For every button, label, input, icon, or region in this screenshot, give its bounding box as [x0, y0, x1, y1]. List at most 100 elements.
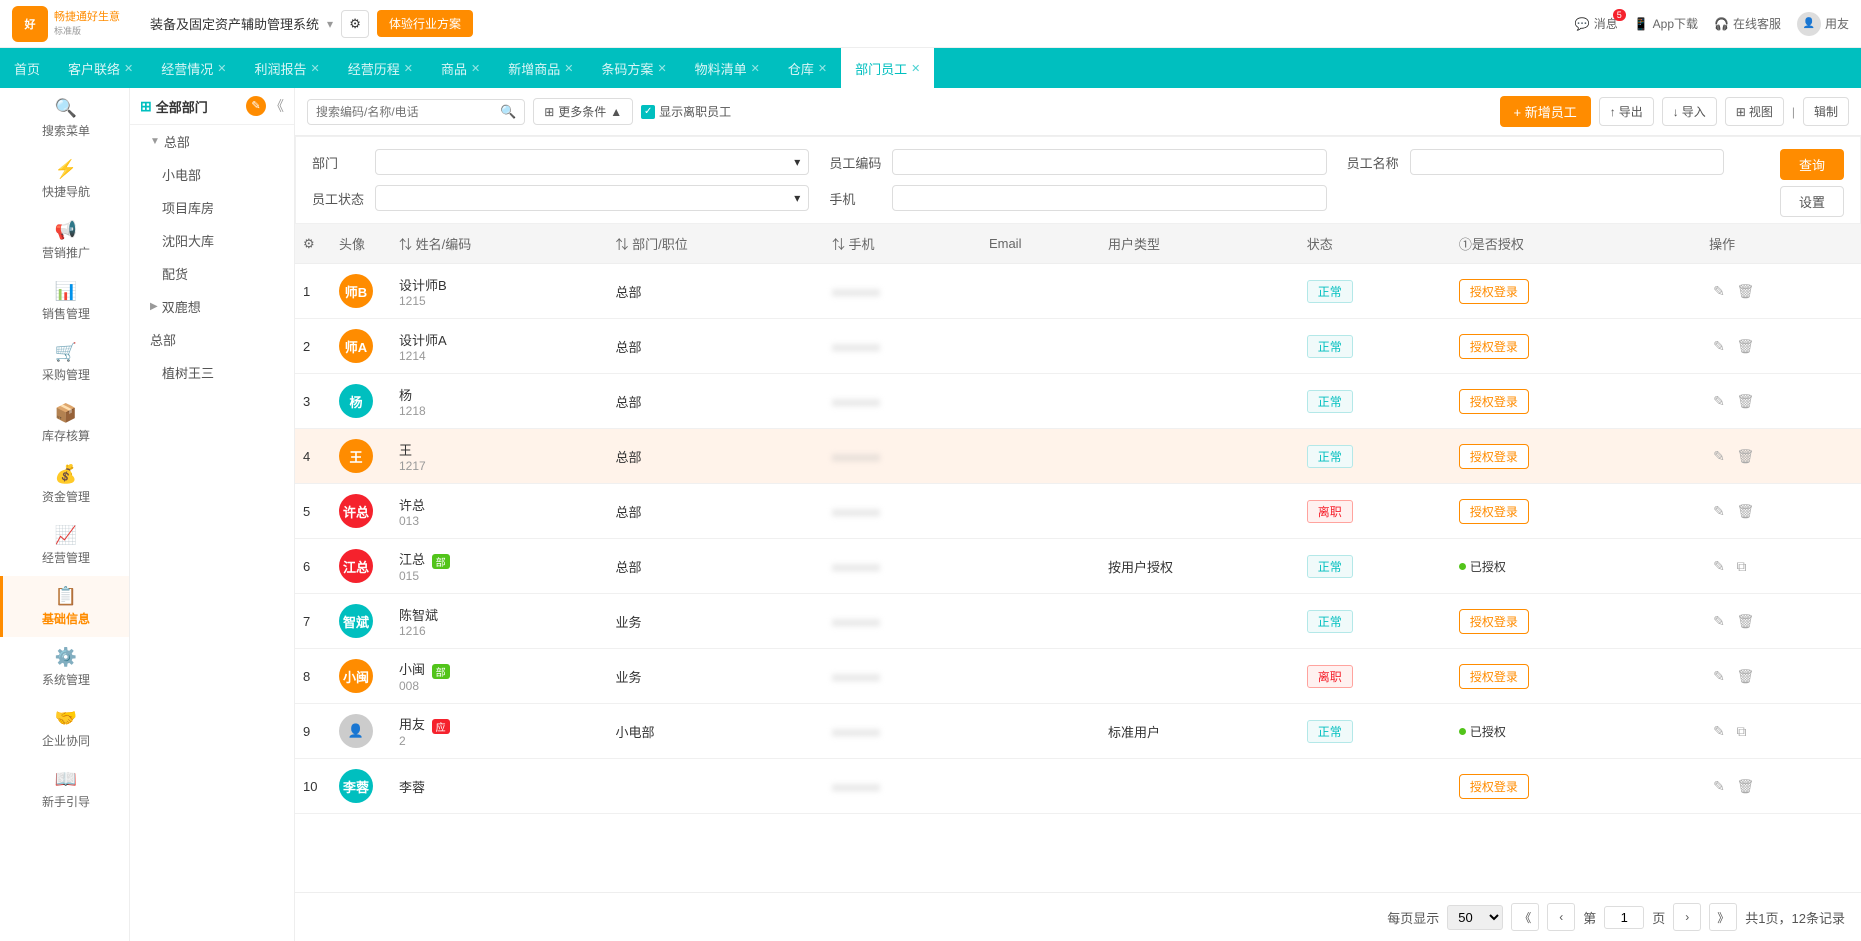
import-button[interactable]: ↓ 导入	[1662, 97, 1717, 126]
auth-button[interactable]: 授权登录	[1459, 609, 1529, 634]
tab-business[interactable]: 经营情况 ✕	[147, 48, 240, 88]
delete-row-btn[interactable]: 🗑	[1732, 446, 1758, 467]
nav-collab[interactable]: 🤝 企业协同	[0, 698, 129, 759]
next-page-btn[interactable]: ›	[1673, 903, 1701, 931]
row-user-type	[1100, 484, 1299, 539]
tab-barcode[interactable]: 条码方案 ✕	[587, 48, 680, 88]
more-filters-btn[interactable]: ⊞ 更多条件 ▲	[533, 98, 633, 125]
edit-row-btn[interactable]: ✎	[1709, 556, 1729, 577]
nav-operations[interactable]: 📈 经营管理	[0, 515, 129, 576]
delete-row-btn[interactable]: 🗑	[1732, 336, 1758, 357]
auth-button[interactable]: 授权登录	[1459, 444, 1529, 469]
edit-row-btn[interactable]: ✎	[1709, 336, 1729, 357]
col-phone[interactable]: ⇅ 手机	[824, 224, 981, 264]
search-box[interactable]: 🔍	[307, 99, 525, 125]
dept-item-peihuo[interactable]: 配货	[130, 257, 294, 290]
auth-button[interactable]: 授权登录	[1459, 499, 1529, 524]
dept-item-shenyang[interactable]: 沈阳大库	[130, 224, 294, 257]
copy-row-btn[interactable]: ⧉	[1732, 721, 1750, 742]
tab-add-goods[interactable]: 新增商品 ✕	[494, 48, 587, 88]
online-service-button[interactable]: 🎧 在线客服	[1714, 15, 1781, 32]
edit-row-btn[interactable]: ✎	[1709, 391, 1729, 412]
trial-button[interactable]: 体验行业方案	[377, 10, 473, 37]
row-empty	[1662, 484, 1701, 539]
dept-all-label[interactable]: ⊞ 全部部门	[140, 97, 242, 116]
tab-home[interactable]: 首页	[0, 48, 54, 88]
tab-goods[interactable]: 商品 ✕	[427, 48, 494, 88]
search-input[interactable]	[316, 105, 496, 119]
nav-search[interactable]: 🔍 搜索菜单	[0, 88, 129, 149]
row-email	[981, 649, 1100, 704]
add-employee-button[interactable]: + 新增员工	[1500, 96, 1591, 127]
nav-system[interactable]: ⚙️ 系统管理	[0, 637, 129, 698]
app-download-button[interactable]: 📱 App下载	[1634, 15, 1698, 32]
view-button[interactable]: ⊞ 视图	[1725, 97, 1784, 126]
edit-row-btn[interactable]: ✎	[1709, 501, 1729, 522]
system-title: 装备及固定资产辅助管理系统	[150, 14, 319, 33]
edit-row-btn[interactable]: ✎	[1709, 281, 1729, 302]
auth-button[interactable]: 授权登录	[1459, 664, 1529, 689]
dept-item-xiangmu[interactable]: 项目库房	[130, 191, 294, 224]
tab-history[interactable]: 经营历程 ✕	[334, 48, 427, 88]
nav-finance[interactable]: 💰 资金管理	[0, 454, 129, 515]
delete-row-btn[interactable]: 🗑	[1732, 501, 1758, 522]
show-resigned-toggle[interactable]: ✓ 显示离职员工	[641, 103, 731, 120]
query-button[interactable]: 查询	[1780, 149, 1844, 180]
edit-row-btn[interactable]: ✎	[1709, 611, 1729, 632]
delete-row-btn[interactable]: 🗑	[1732, 666, 1758, 687]
phone-input[interactable]	[892, 185, 1326, 211]
edit-row-btn[interactable]: ✎	[1709, 446, 1729, 467]
nav-marketing[interactable]: 📢 营销推广	[0, 210, 129, 271]
tab-warehouse[interactable]: 仓库 ✕	[774, 48, 841, 88]
last-page-btn[interactable]: 》	[1709, 903, 1737, 931]
dept-collapse-btn[interactable]: 《	[270, 96, 284, 116]
edit-row-btn[interactable]: ✎	[1709, 666, 1729, 687]
delete-row-btn[interactable]: 🗑	[1732, 281, 1758, 302]
nav-basic-info[interactable]: 📋 基础信息	[0, 576, 129, 637]
tab-employees[interactable]: 部门员工 ✕	[841, 48, 934, 88]
gear-button[interactable]: ⚙	[341, 10, 369, 38]
delete-row-btn[interactable]: 🗑	[1732, 776, 1758, 797]
emp-status-select[interactable]: ▾	[375, 185, 809, 211]
emp-name-input[interactable]	[1410, 149, 1724, 175]
delete-row-btn[interactable]: 🗑	[1732, 611, 1758, 632]
export-button[interactable]: ↑ 导出	[1599, 97, 1654, 126]
dept-item-zongbu[interactable]: 总部	[130, 323, 294, 356]
tab-bom[interactable]: 物料清单 ✕	[681, 48, 774, 88]
nav-purchase[interactable]: 🛒 采购管理	[0, 332, 129, 393]
dept-item-xiaodibu[interactable]: 小电部	[130, 158, 294, 191]
auth-button[interactable]: 授权登录	[1459, 334, 1529, 359]
edit-row-btn[interactable]: ✎	[1709, 721, 1729, 742]
page-number-input[interactable]	[1604, 906, 1644, 929]
dept-edit-icon[interactable]: ✎	[246, 96, 266, 116]
user-area[interactable]: 👤 用友	[1797, 12, 1849, 36]
tab-profit[interactable]: 利润报告 ✕	[240, 48, 333, 88]
nav-sales[interactable]: 📊 销售管理	[0, 271, 129, 332]
dept-item-shuanglu[interactable]: ▶ 双鹿想	[130, 290, 294, 323]
col-dept[interactable]: ⇅ 部门/职位	[607, 224, 823, 264]
col-settings[interactable]: ⚙	[295, 224, 331, 264]
nav-guide[interactable]: 📖 新手引导	[0, 759, 129, 820]
emp-code-input[interactable]	[892, 149, 1326, 175]
edit-btn[interactable]: 辑制	[1803, 97, 1849, 126]
copy-row-btn[interactable]: ⧉	[1732, 556, 1750, 577]
system-dropdown-arrow[interactable]: ▾	[327, 17, 333, 31]
delete-row-btn[interactable]: 🗑	[1732, 391, 1758, 412]
nav-inventory[interactable]: 📦 库存核算	[0, 393, 129, 454]
dept-item-general[interactable]: ▼ 总部	[130, 125, 294, 158]
col-name[interactable]: ⇅ 姓名/编码	[391, 224, 607, 264]
dept-select[interactable]: ▾	[375, 149, 809, 175]
prev-page-btn[interactable]: ‹	[1547, 903, 1575, 931]
nav-search-label: 搜索菜单	[42, 122, 90, 139]
edit-row-btn[interactable]: ✎	[1709, 776, 1729, 797]
auth-button[interactable]: 授权登录	[1459, 389, 1529, 414]
nav-quicknav[interactable]: ⚡ 快捷导航	[0, 149, 129, 210]
tab-customer[interactable]: 客户联络 ✕	[54, 48, 147, 88]
per-page-select[interactable]: 50 100	[1447, 905, 1503, 930]
reset-button[interactable]: 设置	[1780, 186, 1844, 217]
first-page-btn[interactable]: 《	[1511, 903, 1539, 931]
auth-button[interactable]: 授权登录	[1459, 774, 1529, 799]
message-button[interactable]: 💬 消息 5	[1575, 15, 1618, 32]
auth-button[interactable]: 授权登录	[1459, 279, 1529, 304]
dept-item-zhishu[interactable]: 植树王三	[130, 356, 294, 389]
